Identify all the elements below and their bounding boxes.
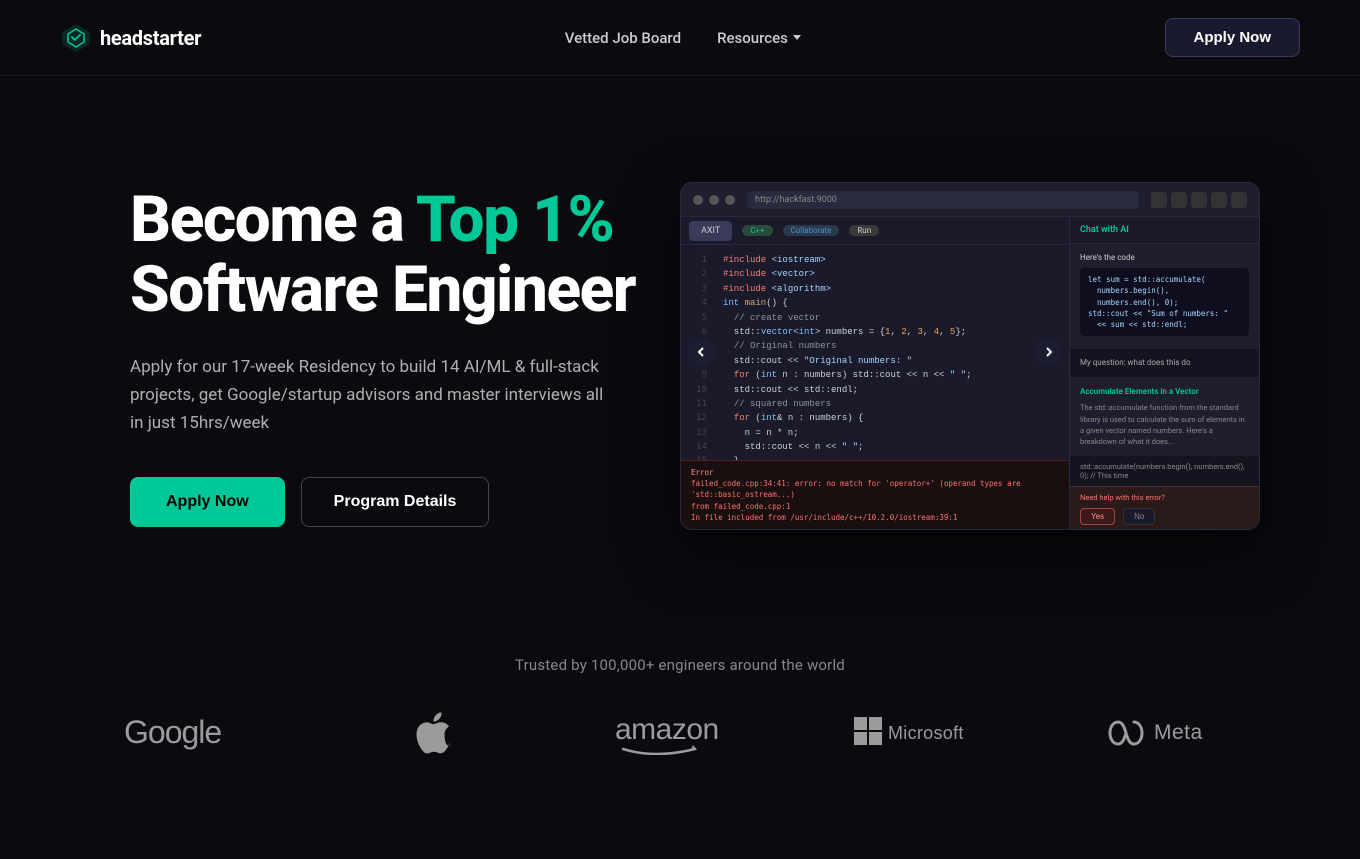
- editor-url-bar: http://hackfast.9000: [747, 191, 1139, 209]
- editor-next-arrow[interactable]: [1035, 338, 1063, 366]
- companies-row: Google amazon: [60, 710, 1300, 756]
- chevron-left-icon: [695, 346, 707, 358]
- ai-answer-body: The std::accumulate function from the st…: [1080, 402, 1249, 447]
- hero-subtext: Apply for our 17-week Residency to build…: [130, 353, 620, 437]
- error-detail-1: failed_code.cpp:34:41: error: no match f…: [691, 478, 1059, 501]
- hero-heading-suffix: Software Engineer: [130, 252, 635, 327]
- ai-code-ref: std::accumulate(numbers.begin(), numbers…: [1070, 456, 1259, 486]
- editor-toolbar: http://hackfast.9000: [681, 183, 1259, 217]
- trusted-section: Trusted by 100,000+ engineers around the…: [0, 636, 1360, 796]
- ai-message-code: Here's the code let sum = std::accumulat…: [1070, 244, 1259, 349]
- ai-error-help: Need help with this error? Yes No: [1070, 486, 1259, 529]
- ai-code-block: let sum = std::accumulate( numbers.begin…: [1080, 268, 1249, 336]
- apple-svg-icon: [413, 710, 451, 756]
- editor-tab-axit[interactable]: AXIT: [689, 221, 732, 241]
- editor-body: AXIT C++ Collaborate Run 123456789101112…: [681, 217, 1259, 529]
- nav-links: Vetted Job Board Resources: [565, 29, 801, 47]
- toolbar-actions: [1151, 192, 1247, 208]
- editor-tab-collaborate: Collaborate: [783, 225, 840, 236]
- svg-text:Google: Google: [124, 714, 221, 750]
- ai-question: My question: what does this do: [1070, 349, 1259, 378]
- hero-buttons: Apply Now Program Details: [130, 477, 635, 527]
- apple-logo: [308, 710, 556, 756]
- logo-text: headstarter: [100, 26, 201, 50]
- ai-yes-button[interactable]: Yes: [1080, 508, 1115, 525]
- hero-heading-accent: Top 1%: [416, 182, 613, 257]
- ai-answer-title: Accumulate Elements in a Vector: [1080, 386, 1249, 398]
- hero-program-details-button[interactable]: Program Details: [301, 477, 490, 527]
- svg-text:Meta: Meta: [1154, 721, 1203, 744]
- ai-panel-header: Chat with AI: [1070, 217, 1259, 244]
- editor-tab-run: Run: [849, 225, 879, 236]
- code-editor-frame: http://hackfast.9000 AXIT C++ Collab: [680, 182, 1260, 530]
- toolbar-action-2: [1171, 192, 1187, 208]
- amazon-logo: amazon: [556, 711, 804, 755]
- svg-text:Microsoft: Microsoft: [888, 723, 964, 743]
- editor-main: AXIT C++ Collaborate Run 123456789101112…: [681, 217, 1069, 529]
- hero-left: Become a Top 1% Software Engineer Apply …: [130, 185, 635, 528]
- amazon-svg-icon: amazon: [615, 711, 745, 755]
- microsoft-svg-icon: Microsoft: [854, 717, 1002, 749]
- ai-no-button[interactable]: No: [1123, 508, 1155, 525]
- error-text: Error: [691, 467, 1059, 478]
- toolbar-action-5: [1231, 192, 1247, 208]
- ai-panel: Chat with AI Here's the code let sum = s…: [1069, 217, 1259, 529]
- nav-vetted-job-board[interactable]: Vetted Job Board: [565, 29, 681, 47]
- code-content: #include <iostream> #include <vector> #i…: [713, 245, 1069, 460]
- google-logo: Google: [60, 713, 308, 753]
- google-svg-icon: Google: [124, 713, 244, 753]
- svg-text:amazon: amazon: [615, 713, 719, 746]
- ai-answer: Accumulate Elements in a Vector The std:…: [1070, 378, 1259, 456]
- ai-error-buttons: Yes No: [1080, 508, 1249, 525]
- nav-apply-button[interactable]: Apply Now: [1165, 18, 1301, 57]
- hero-section: Become a Top 1% Software Engineer Apply …: [0, 76, 1360, 636]
- trusted-text: Trusted by 100,000+ engineers around the…: [60, 656, 1300, 674]
- hero-right: http://hackfast.9000 AXIT C++ Collab: [635, 182, 1260, 530]
- toolbar-action-1: [1151, 192, 1167, 208]
- navbar: headstarter Vetted Job Board Resources A…: [0, 0, 1360, 76]
- chevron-right-icon: [1043, 346, 1055, 358]
- ai-message-label: Here's the code: [1080, 252, 1249, 264]
- editor-prev-arrow[interactable]: [687, 338, 715, 366]
- logo-link[interactable]: headstarter: [60, 24, 201, 52]
- error-panel: Error failed_code.cpp:34:41: error: no m…: [681, 460, 1069, 529]
- error-detail-2: from failed_code.cpp:1: [691, 501, 1059, 512]
- logo-icon: [60, 24, 92, 52]
- editor-code-area: 1234567891011121314151617181920212223242…: [681, 245, 1069, 460]
- hero-heading-prefix: Become a: [130, 182, 416, 257]
- chevron-down-icon: [793, 35, 801, 40]
- hero-apply-button[interactable]: Apply Now: [130, 477, 285, 527]
- ai-question-text: My question: what does this do: [1080, 358, 1191, 367]
- meta-logo: Meta: [1052, 718, 1300, 748]
- toolbar-dot-3: [725, 195, 735, 205]
- meta-svg-icon: Meta: [1102, 718, 1250, 748]
- hero-heading: Become a Top 1% Software Engineer: [130, 185, 635, 326]
- error-detail-3: In file included from /usr/include/c++/1…: [691, 512, 1059, 523]
- toolbar-action-3: [1191, 192, 1207, 208]
- toolbar-dot-2: [709, 195, 719, 205]
- toolbar-action-4: [1211, 192, 1227, 208]
- editor-tab-cpp: C++: [742, 225, 772, 236]
- toolbar-dot-1: [693, 195, 703, 205]
- nav-resources[interactable]: Resources: [717, 29, 801, 47]
- editor-tabs: AXIT C++ Collaborate Run: [681, 217, 1069, 245]
- microsoft-logo: Microsoft: [804, 717, 1052, 749]
